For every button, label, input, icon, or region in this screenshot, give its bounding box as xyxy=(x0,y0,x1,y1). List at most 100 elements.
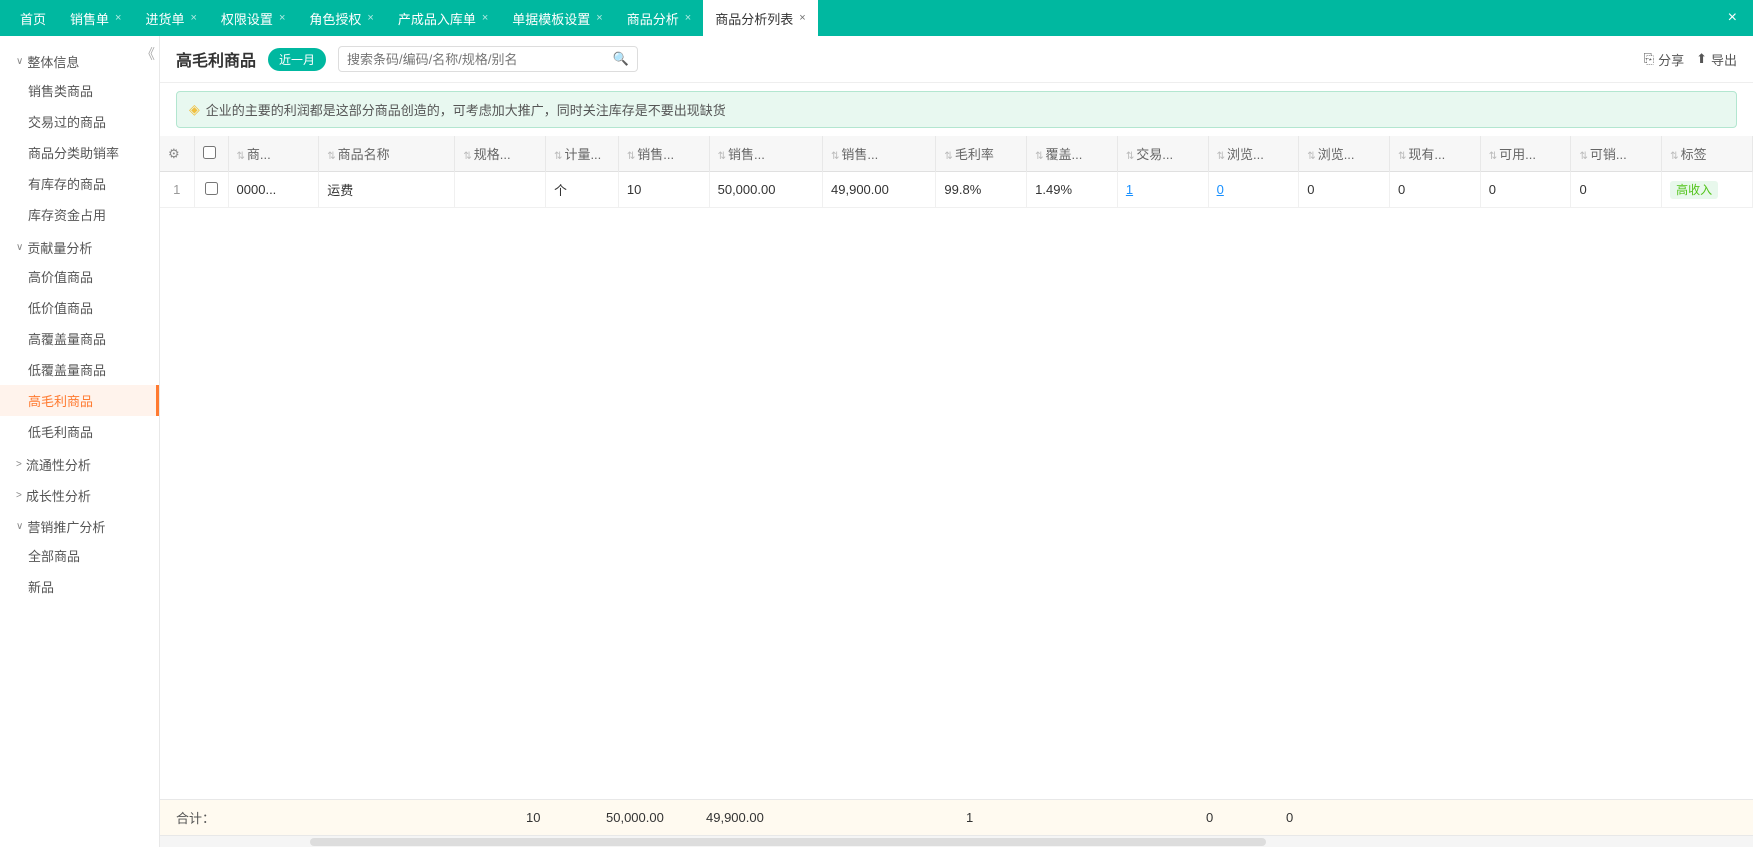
col-header-margin_rate[interactable]: ⇅毛利率 xyxy=(936,136,1027,172)
nav-item-进货单[interactable]: 进货单× xyxy=(133,0,208,36)
col-header-available[interactable]: ⇅可用... xyxy=(1480,136,1571,172)
col-label-name: 商品名称 xyxy=(338,147,390,162)
nav-close-商品分析列表[interactable]: × xyxy=(799,12,805,24)
sidebar-item-高价值商品[interactable]: 高价值商品 xyxy=(0,261,159,292)
col-header-gear[interactable]: ⚙ xyxy=(160,136,194,172)
table-container[interactable]: ⚙⇅商...⇅商品名称⇅规格...⇅计量...⇅销售...⇅销售...⇅销售..… xyxy=(160,136,1753,799)
col-header-unit[interactable]: ⇅计量... xyxy=(546,136,619,172)
col-label-tag: 标签 xyxy=(1681,147,1707,162)
main-layout: 《 ∨ 整体信息销售类商品交易过的商品商品分类助销率有库存的商品库存资金占用∨贡献… xyxy=(0,36,1753,847)
nav-item-角色授权[interactable]: 角色授权× xyxy=(297,0,385,36)
bottom-scrollbar[interactable] xyxy=(160,835,1753,847)
col-label-view2: 浏览... xyxy=(1318,147,1355,162)
sidebar-item-有库存的商品[interactable]: 有库存的商品 xyxy=(0,168,159,199)
link-view1[interactable]: 0 xyxy=(1217,182,1224,197)
search-icon[interactable]: 🔍 xyxy=(613,51,629,67)
select-all-checkbox[interactable] xyxy=(203,146,216,159)
sidebar-group-label: 整体信息 xyxy=(27,52,79,71)
sidebar-item-销售类商品[interactable]: 销售类商品 xyxy=(0,75,159,106)
footer-cell: 49,900.00 xyxy=(698,810,798,825)
col-header-tag[interactable]: ⇅标签 xyxy=(1662,136,1753,172)
nav-close-进货单[interactable]: × xyxy=(190,12,196,24)
col-header-view2[interactable]: ⇅浏览... xyxy=(1299,136,1390,172)
col-header-sales_qty[interactable]: ⇅销售... xyxy=(618,136,709,172)
footer-cell xyxy=(798,810,878,825)
nav-item-销售单[interactable]: 销售单× xyxy=(58,0,133,36)
sidebar-item-交易过的商品[interactable]: 交易过的商品 xyxy=(0,106,159,137)
nav-close-销售单[interactable]: × xyxy=(115,12,121,24)
cell-name: 运费 xyxy=(319,172,455,208)
sidebar-group-流通性分析[interactable]: >流通性分析 xyxy=(0,447,159,478)
cell-view2: 0 xyxy=(1299,172,1390,208)
close-all-button[interactable]: × xyxy=(1720,9,1745,27)
sidebar-group-贡献量分析[interactable]: ∨贡献量分析 xyxy=(0,230,159,261)
sidebar-item-商品分类助销率[interactable]: 商品分类助销率 xyxy=(0,137,159,168)
col-header-code[interactable]: ⇅商... xyxy=(228,136,319,172)
nav-close-产成品入库单[interactable]: × xyxy=(482,12,488,24)
col-label-unit: 计量... xyxy=(564,147,601,162)
tag-badge: 高收入 xyxy=(1670,181,1718,199)
nav-item-商品分析列表[interactable]: 商品分析列表× xyxy=(703,0,817,36)
col-label-trade: 交易... xyxy=(1136,147,1173,162)
cell-checkbox xyxy=(194,172,228,208)
cell-coverage: 1.49% xyxy=(1027,172,1118,208)
col-label-available: 可用... xyxy=(1499,147,1536,162)
cell-spec xyxy=(455,172,546,208)
nav-close-权限设置[interactable]: × xyxy=(279,12,285,24)
sort-icon-tag: ⇅ xyxy=(1670,151,1678,162)
nav-close-单据模板设置[interactable]: × xyxy=(596,12,602,24)
col-header-checkbox[interactable] xyxy=(194,136,228,172)
cell-view1: 0 xyxy=(1208,172,1299,208)
gear-icon[interactable]: ⚙ xyxy=(168,146,180,161)
sidebar-group-label: 成长性分析 xyxy=(26,486,91,505)
sidebar-item-新品[interactable]: 新品 xyxy=(0,571,159,602)
nav-item-商品分析[interactable]: 商品分析× xyxy=(615,0,703,36)
col-header-current[interactable]: ⇅现有... xyxy=(1390,136,1481,172)
footer-label: 合计： xyxy=(176,808,236,827)
sidebar-collapse-button[interactable]: 《 xyxy=(141,44,155,64)
col-header-view1[interactable]: ⇅浏览... xyxy=(1208,136,1299,172)
export-button[interactable]: ⬆ 导出 xyxy=(1696,50,1737,69)
footer-values: 1050,000.0049,900.00100 xyxy=(236,810,1737,825)
sidebar-item-低毛利商品[interactable]: 低毛利商品 xyxy=(0,416,159,447)
cell-unit: 个 xyxy=(546,172,619,208)
nav-item-权限设置[interactable]: 权限设置× xyxy=(209,0,297,36)
nav-close-商品分析[interactable]: × xyxy=(685,12,691,24)
sidebar-group-label: 营销推广分析 xyxy=(27,517,105,536)
sidebar-item-库存资金占用[interactable]: 库存资金占用 xyxy=(0,199,159,230)
col-header-sales_amount[interactable]: ⇅销售... xyxy=(709,136,822,172)
search-input[interactable] xyxy=(347,52,613,67)
cell-sales_cost: 49,900.00 xyxy=(823,172,936,208)
sidebar-group-成长性分析[interactable]: >成长性分析 xyxy=(0,478,159,509)
sort-icon-saleable: ⇅ xyxy=(1579,151,1587,162)
sidebar-group-营销推广分析[interactable]: ∨营销推广分析 xyxy=(0,509,159,540)
sidebar-item-低覆盖量商品[interactable]: 低覆盖量商品 xyxy=(0,354,159,385)
link-trade[interactable]: 1 xyxy=(1126,182,1133,197)
sidebar-item-高毛利商品[interactable]: 高毛利商品 xyxy=(0,385,159,416)
col-label-sales_qty: 销售... xyxy=(637,147,674,162)
nav-item-单据模板设置[interactable]: 单据模板设置× xyxy=(500,0,614,36)
col-header-name[interactable]: ⇅商品名称 xyxy=(319,136,455,172)
nav-item-首页[interactable]: 首页 xyxy=(8,0,58,36)
row-checkbox[interactable] xyxy=(205,182,218,195)
sidebar-item-全部商品[interactable]: 全部商品 xyxy=(0,540,159,571)
col-label-view1: 浏览... xyxy=(1227,147,1264,162)
col-header-coverage[interactable]: ⇅覆盖... xyxy=(1027,136,1118,172)
group-arrow-icon: ∨ xyxy=(16,56,23,67)
col-label-margin_rate: 毛利率 xyxy=(955,147,994,162)
sidebar-item-低价值商品[interactable]: 低价值商品 xyxy=(0,292,159,323)
cell-margin_rate: 99.8% xyxy=(936,172,1027,208)
sidebar-group-整体信息[interactable]: ∨ 整体信息 xyxy=(0,44,159,75)
share-button[interactable]: ⎘ 分享 xyxy=(1644,50,1684,69)
export-icon: ⬆ xyxy=(1696,51,1707,67)
nav-item-产成品入库单[interactable]: 产成品入库单× xyxy=(386,0,500,36)
sort-icon-sales_amount: ⇅ xyxy=(718,151,726,162)
col-header-sales_cost[interactable]: ⇅销售... xyxy=(823,136,936,172)
cell-code: 0000... xyxy=(228,172,319,208)
col-header-spec[interactable]: ⇅规格... xyxy=(455,136,546,172)
filter-recent-month[interactable]: 近一月 xyxy=(268,48,326,71)
col-header-trade[interactable]: ⇅交易... xyxy=(1117,136,1208,172)
nav-close-角色授权[interactable]: × xyxy=(367,12,373,24)
col-header-saleable[interactable]: ⇅可销... xyxy=(1571,136,1662,172)
sidebar-item-高覆盖量商品[interactable]: 高覆盖量商品 xyxy=(0,323,159,354)
